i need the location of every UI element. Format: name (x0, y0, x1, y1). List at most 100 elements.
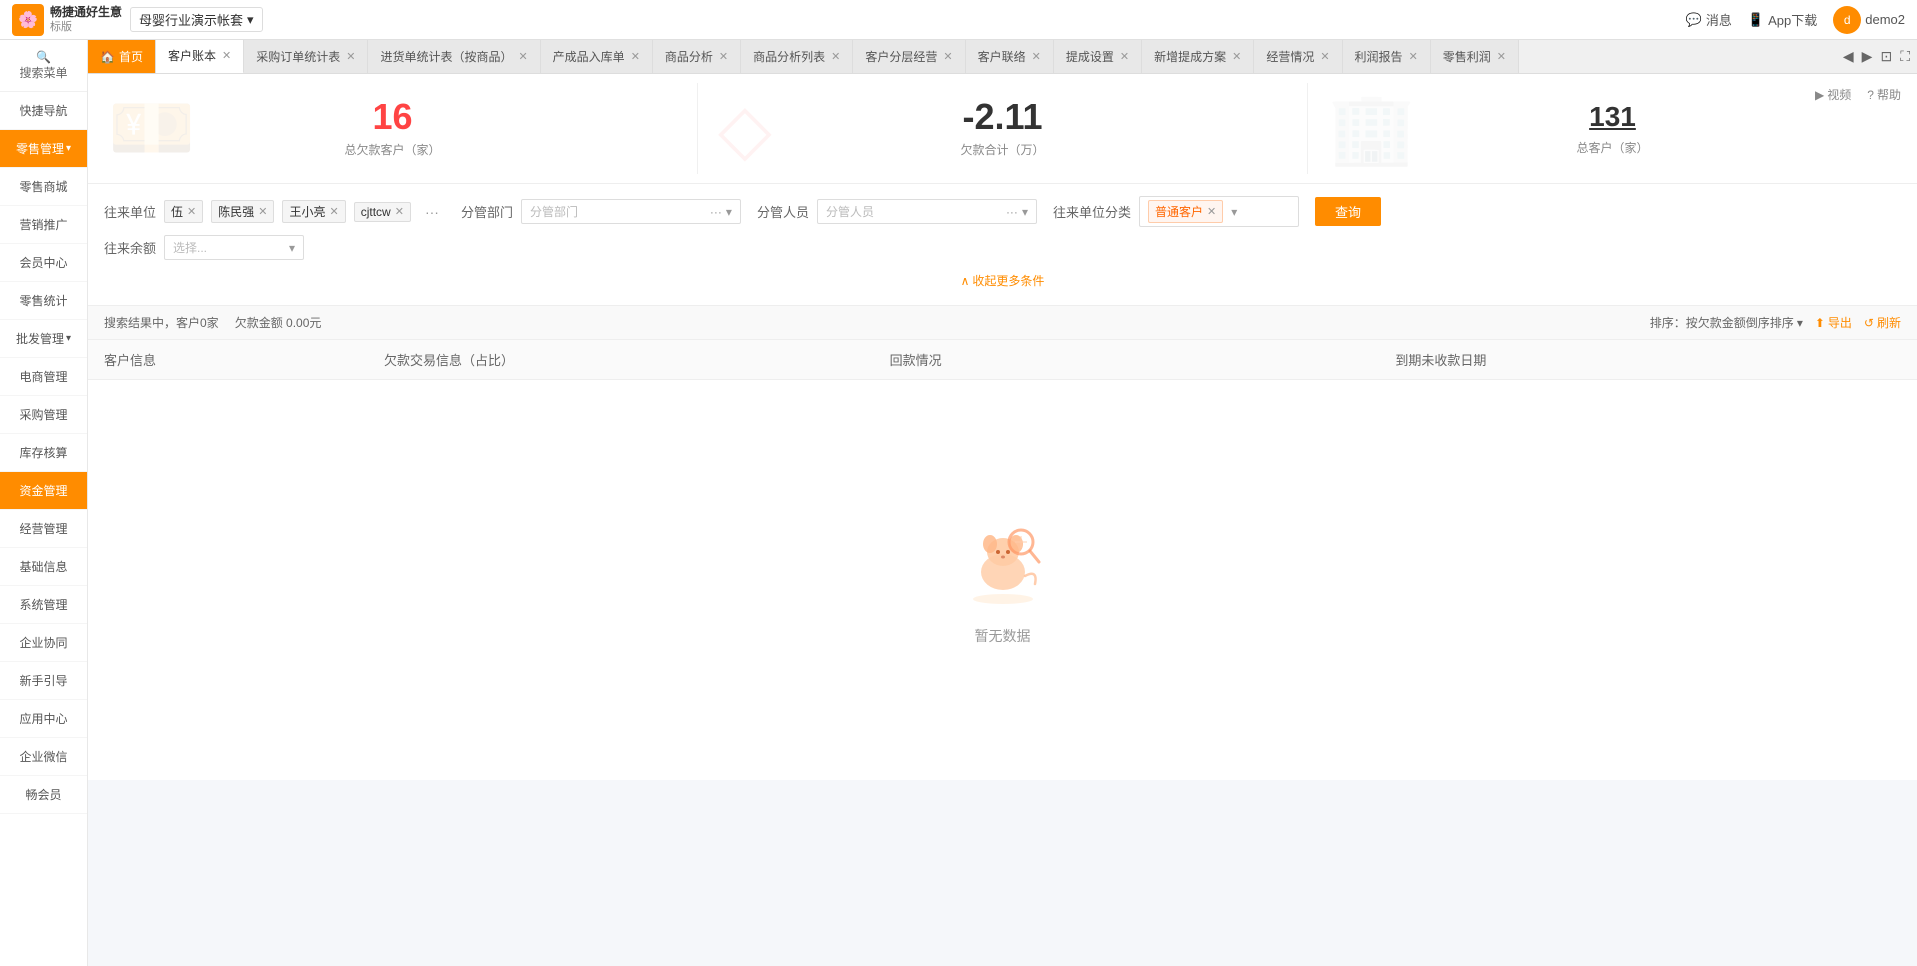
collapse-up-icon: ∧ (961, 274, 970, 288)
tab-close-segment[interactable]: ✕ (943, 50, 952, 63)
stat-icon-3: 🏢 (1328, 88, 1415, 170)
chevron-down-dept: ▾ (726, 205, 732, 219)
remove-tag-cjttcw[interactable]: ✕ (395, 205, 404, 218)
logo-text: 畅捷通好生意 标版 (50, 5, 122, 35)
tab-close-profit[interactable]: ✕ (1409, 50, 1418, 63)
balance-select[interactable]: 选择... ▾ (164, 235, 304, 260)
tab-close-contact[interactable]: ✕ (1032, 50, 1041, 63)
message-icon: 💬 (1686, 12, 1702, 28)
stat-content-1: 16 总欠款客户（家） (344, 99, 440, 158)
export-button[interactable]: ⬆ 导出 (1815, 314, 1852, 331)
logo-icon: 🌸 (12, 4, 44, 36)
sidebar-item-marketing[interactable]: 营销推广 (0, 206, 87, 244)
sort-down-icon: ▾ (1797, 316, 1803, 330)
dept-label: 分管部门 (461, 202, 513, 221)
table-header: 客户信息 欠款交易信息（占比） 回款情况 到期未收款日期 (88, 340, 1917, 380)
tab-expand-btn[interactable]: ⊡ (1877, 48, 1895, 65)
search-results-bar: 搜索结果中，客户0家 欠款金额 0.00元 排序：按欠款金额倒序排序 ▾ ⬆ 导… (88, 306, 1917, 340)
tab-commission-settings[interactable]: 提成设置 ✕ (1054, 40, 1142, 74)
content-area: ▶ 视频 ? 帮助 💴 16 总欠款客户（家） (88, 74, 1917, 966)
sidebar-item-ecommerce[interactable]: 电商管理 (0, 358, 87, 396)
sidebar-item-quick-nav[interactable]: 快捷导航 (0, 92, 87, 130)
sidebar-item-retail-stats[interactable]: 零售统计 (0, 282, 87, 320)
remove-tag-wang[interactable]: ✕ (330, 205, 339, 218)
tab-close-product-list[interactable]: ✕ (831, 50, 840, 63)
chevron-down-class: ▾ (1231, 205, 1237, 219)
refresh-button[interactable]: ↺ 刷新 (1864, 314, 1901, 331)
col-header-due-date: 到期未收款日期 (1395, 350, 1901, 369)
sidebar-item-wholesale[interactable]: 批发管理 ▾ (0, 320, 87, 358)
sidebar-item-member[interactable]: 会员中心 (0, 244, 87, 282)
tab-close-purchase[interactable]: ✕ (346, 50, 355, 63)
user-avatar-area[interactable]: d demo2 (1833, 6, 1905, 34)
results-info: 搜索结果中，客户0家 欠款金额 0.00元 (104, 314, 321, 331)
tab-close-customer-account[interactable]: ✕ (222, 49, 231, 62)
unit-class-tag: 普通客户 ✕ (1148, 200, 1223, 223)
tab-product-list[interactable]: 商品分析列表 ✕ (741, 40, 853, 74)
results-amount: 欠款金额 0.00元 (235, 314, 322, 331)
sidebar-item-vip[interactable]: 畅会员 (0, 776, 87, 814)
tab-customer-account[interactable]: 客户账本 ✕ (156, 40, 244, 74)
messages-btn[interactable]: 💬 消息 (1686, 10, 1732, 29)
sidebar-item-purchase[interactable]: 采购管理 (0, 396, 87, 434)
tab-close-ops[interactable]: ✕ (1320, 50, 1329, 63)
tab-customer-contact[interactable]: 客户联络 ✕ (966, 40, 1054, 74)
person-label: 分管人员 (757, 202, 809, 221)
query-button[interactable]: 查询 (1315, 197, 1381, 226)
remove-unit-class[interactable]: ✕ (1207, 205, 1216, 218)
sidebar-item-retail-mgmt[interactable]: 零售管理 ▾ (0, 130, 87, 168)
tab-fullscreen-btn[interactable]: ⛶ (1897, 48, 1913, 65)
tab-purchase-order-stats[interactable]: 采购订单统计表 ✕ (244, 40, 368, 74)
sidebar-item-inventory[interactable]: 库存核算 (0, 434, 87, 472)
sidebar-item-finance[interactable]: 资金管理 (0, 472, 87, 510)
tab-close-product[interactable]: ✕ (719, 50, 728, 63)
tab-operations[interactable]: 经营情况 ✕ (1254, 40, 1342, 74)
tab-close-commission[interactable]: ✕ (1120, 50, 1129, 63)
app-download-btn[interactable]: 📱 App下载 (1748, 10, 1817, 29)
tab-home[interactable]: 🏠 首页 (88, 40, 156, 74)
tab-prev-btn[interactable]: ◀ (1840, 48, 1857, 65)
tab-close-inbound[interactable]: ✕ (518, 50, 527, 63)
stat-label-total: 总客户（家） (1576, 139, 1648, 156)
tab-close-new-comm[interactable]: ✕ (1232, 50, 1241, 63)
tabs-bar: 🏠 首页 客户账本 ✕ 采购订单统计表 ✕ 进货单统计表（按商品） ✕ 产成品入… (88, 40, 1917, 74)
chevron-icon-2: ▾ (66, 333, 71, 344)
filter-area: 往来单位 伍 ✕ 陈民强 ✕ 王小亮 ✕ cjttcw (88, 184, 1917, 306)
unit-class-select[interactable]: 普通客户 ✕ ▾ (1139, 196, 1299, 227)
tab-next-btn[interactable]: ▶ (1859, 48, 1876, 65)
stat-credit-customers: 💴 16 总欠款客户（家） (88, 83, 698, 174)
sidebar-item-enterprise[interactable]: 企业协同 (0, 624, 87, 662)
sidebar-item-basic[interactable]: 基础信息 (0, 548, 87, 586)
person-select[interactable]: 分管人员 ··· ▾ (817, 199, 1037, 224)
dept-select[interactable]: 分管部门 ··· ▾ (521, 199, 741, 224)
tab-profit-report[interactable]: 利润报告 ✕ (1343, 40, 1431, 74)
sidebar-item-app-center[interactable]: 应用中心 (0, 700, 87, 738)
stat-value-amount: -2.11 (960, 99, 1044, 135)
more-tags-btn[interactable]: ··· (419, 202, 445, 222)
sidebar-item-wecom[interactable]: 企业微信 (0, 738, 87, 776)
tab-inbound-stats[interactable]: 进货单统计表（按商品） ✕ (368, 40, 540, 74)
workspace-selector[interactable]: 母婴行业演示帐套 ▾ (130, 7, 263, 32)
tab-cost-inbound[interactable]: 产成品入库单 ✕ (541, 40, 653, 74)
col-header-repayment: 回款情况 (890, 350, 1396, 369)
sidebar-item-system[interactable]: 系统管理 (0, 586, 87, 624)
tab-retail-profit[interactable]: 零售利润 ✕ (1431, 40, 1519, 74)
main-layout: 🔍 搜索菜单 快捷导航 零售管理 ▾ 零售商城 营销推广 会员中心 零售统计 批… (0, 40, 1917, 966)
empty-illustration (953, 514, 1053, 614)
sidebar-item-retail-mall[interactable]: 零售商城 (0, 168, 87, 206)
refresh-icon: ↺ (1864, 316, 1874, 330)
collapse-btn[interactable]: ∧ 收起更多条件 (949, 268, 1057, 293)
col-header-debt: 欠款交易信息（占比） (384, 350, 890, 369)
sort-button[interactable]: 排序：按欠款金额倒序排序 ▾ (1650, 314, 1803, 331)
sidebar-item-newbie[interactable]: 新手引导 (0, 662, 87, 700)
sidebar-search[interactable]: 🔍 搜索菜单 (0, 40, 87, 92)
sidebar-item-business[interactable]: 经营管理 (0, 510, 87, 548)
remove-tag-wu[interactable]: ✕ (187, 205, 196, 218)
remove-tag-chen[interactable]: ✕ (258, 205, 267, 218)
tab-close-retail[interactable]: ✕ (1497, 50, 1506, 63)
tab-close-cost[interactable]: ✕ (631, 50, 640, 63)
top-bar-left: 🌸 畅捷通好生意 标版 母婴行业演示帐套 ▾ (12, 4, 263, 36)
tab-new-commission[interactable]: 新增提成方案 ✕ (1142, 40, 1254, 74)
tab-product-analysis[interactable]: 商品分析 ✕ (653, 40, 741, 74)
tab-customer-segment[interactable]: 客户分层经营 ✕ (853, 40, 965, 74)
